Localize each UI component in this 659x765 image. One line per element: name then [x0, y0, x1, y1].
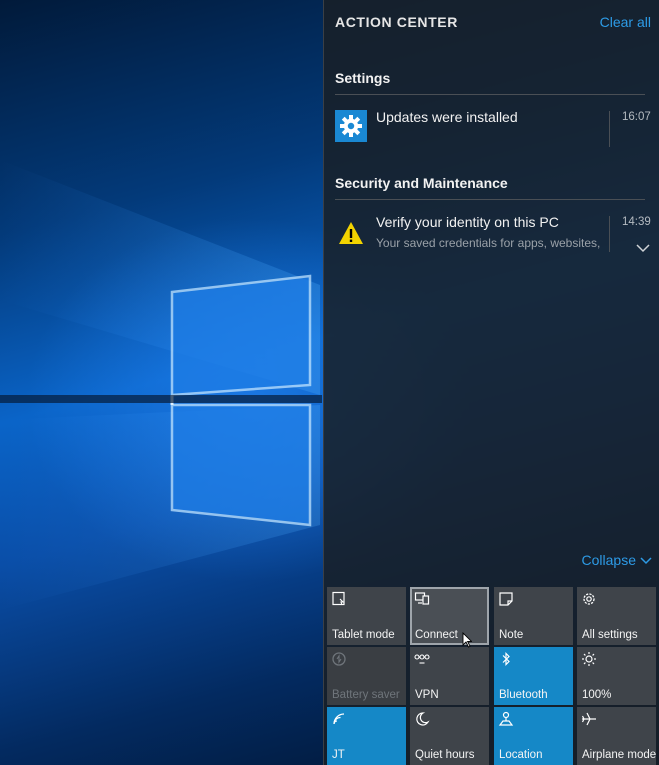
action-center-title: ACTION CENTER [335, 14, 458, 30]
tablet-mode-icon [332, 591, 345, 606]
tile-tablet-mode[interactable]: Tablet mode [327, 587, 406, 645]
notification-verify-identity[interactable]: Verify your identity on this PC Your sav… [324, 212, 659, 262]
tile-label: JT [332, 749, 345, 761]
clear-all-link[interactable]: Clear all [600, 14, 651, 30]
tile-bluetooth[interactable]: Bluetooth [494, 647, 573, 705]
tile-quiet-hours[interactable]: Quiet hours [410, 707, 489, 765]
tile-brightness[interactable]: 100% [577, 647, 656, 705]
mouse-pointer-icon [462, 632, 472, 648]
chevron-down-icon[interactable] [636, 243, 650, 253]
tile-wifi[interactable]: JT [327, 707, 406, 765]
notification-title: Updates were installed [376, 109, 518, 125]
group-header-security: Security and Maintenance [335, 175, 508, 191]
gear-icon [335, 110, 367, 142]
tile-vpn[interactable]: VPN [410, 647, 489, 705]
tile-all-settings[interactable]: All settings [577, 587, 656, 645]
note-icon [499, 592, 513, 606]
notification-time: 16:07 [622, 111, 651, 123]
notification-time: 14:39 [622, 216, 651, 228]
group-header-settings: Settings [335, 70, 391, 86]
warning-icon [339, 222, 363, 244]
tile-label: All settings [582, 629, 638, 641]
group-divider [335, 94, 645, 95]
notification-body: Your saved credentials for apps, website… [376, 236, 601, 250]
location-icon [498, 711, 514, 726]
tile-label: Battery saver [332, 689, 400, 701]
tile-label: Quiet hours [415, 749, 475, 761]
tile-label: Bluetooth [499, 689, 548, 701]
tile-label: Note [499, 629, 524, 641]
airplane-icon [581, 712, 596, 726]
tile-note[interactable]: Note [494, 587, 573, 645]
tile-label: Connect [415, 629, 458, 641]
tile-airplane-mode[interactable]: Airplane mode [577, 707, 656, 765]
tile-label: Location [499, 749, 543, 761]
vpn-icon [414, 654, 430, 664]
group-divider [335, 199, 645, 200]
moon-icon [416, 712, 430, 726]
tile-connect[interactable]: Connect [410, 587, 489, 645]
wifi-icon [333, 713, 345, 725]
bluetooth-icon [502, 652, 510, 666]
tile-label: Airplane mode [582, 749, 657, 761]
notification-title: Verify your identity on this PC [376, 214, 559, 230]
tile-label: VPN [415, 689, 439, 701]
chevron-down-icon [640, 557, 652, 565]
notification-divider [609, 216, 610, 252]
tile-location[interactable]: Location [494, 707, 573, 765]
collapse-button[interactable]: Collapse [582, 552, 652, 568]
brightness-icon [582, 652, 596, 666]
tile-battery-saver[interactable]: Battery saver [327, 647, 406, 705]
gear-icon [583, 593, 595, 605]
tile-label: Tablet mode [332, 629, 395, 641]
notification-updates-installed[interactable]: Updates were installed 16:07 [324, 107, 659, 157]
tile-label: 100% [582, 689, 612, 701]
battery-saver-icon [332, 652, 346, 666]
collapse-label: Collapse [581, 552, 636, 568]
connect-icon [414, 592, 430, 605]
notification-divider [609, 111, 610, 147]
